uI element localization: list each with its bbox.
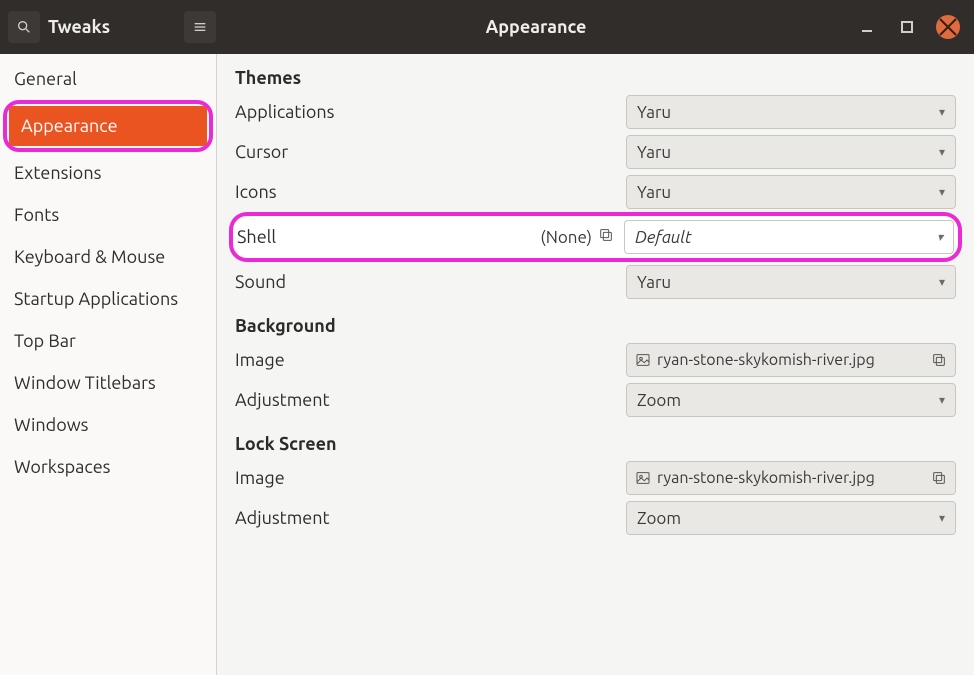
chevron-down-icon: ▾ [939, 511, 945, 525]
select-value: Yaru [637, 273, 671, 292]
label-sound: Sound [235, 272, 626, 292]
suffix-text: (None) [540, 228, 592, 247]
select-sound[interactable]: Yaru ▾ [626, 265, 956, 299]
select-ls-adjust[interactable]: Zoom ▾ [626, 501, 956, 535]
page-title: Appearance [216, 17, 856, 37]
minimize-button[interactable] [856, 16, 878, 38]
window-controls [856, 15, 966, 39]
titlebar-left: Tweaks [8, 11, 208, 43]
chevron-down-icon: ▾ [939, 145, 945, 159]
select-value: Zoom [637, 509, 681, 528]
label-bg-image: Image [235, 350, 626, 370]
tweaks-window: Tweaks Appearance General Appearance Ext… [0, 0, 974, 675]
label-shell: Shell (None) [237, 227, 624, 247]
browse-icon [931, 352, 947, 368]
chevron-down-icon: ▾ [939, 185, 945, 199]
shell-suffix: (None) [540, 227, 614, 247]
select-value: Default [635, 228, 692, 247]
select-value: Zoom [637, 391, 681, 410]
image-icon [635, 352, 651, 368]
select-cursor[interactable]: Yaru ▾ [626, 135, 956, 169]
label-bg-adjust: Adjustment [235, 390, 626, 410]
highlight-shell-row: Shell (None) Default ▾ [229, 212, 962, 262]
copy-icon[interactable] [598, 227, 614, 247]
label-ls-image: Image [235, 468, 626, 488]
section-title-background: Background [235, 316, 956, 336]
chevron-down-icon: ▾ [937, 230, 943, 244]
sidebar: General Appearance Extensions Fonts Keyb… [0, 54, 217, 675]
row-ls-adjust: Adjustment Zoom ▾ [235, 498, 956, 538]
titlebar: Tweaks Appearance [0, 0, 974, 54]
maximize-button[interactable] [896, 16, 918, 38]
sidebar-item-extensions[interactable]: Extensions [0, 152, 216, 194]
image-icon [635, 470, 651, 486]
window-body: General Appearance Extensions Fonts Keyb… [0, 54, 974, 675]
sidebar-item-keyboard-mouse[interactable]: Keyboard & Mouse [0, 236, 216, 278]
menu-button[interactable] [184, 11, 216, 43]
label-text: Shell [237, 227, 276, 247]
app-title: Tweaks [48, 17, 110, 37]
file-bg-image[interactable]: ryan-stone-skykomish-river.jpg [626, 343, 956, 377]
select-applications[interactable]: Yaru ▾ [626, 95, 956, 129]
close-button[interactable] [936, 15, 960, 39]
search-icon [16, 19, 32, 35]
sidebar-item-startup-applications[interactable]: Startup Applications [0, 278, 216, 320]
hamburger-icon [192, 19, 208, 35]
row-ls-image: Image ryan-stone-skykomish-river.jpg [235, 458, 956, 498]
maximize-icon [901, 21, 913, 33]
highlight-appearance: Appearance [3, 100, 213, 152]
file-name: ryan-stone-skykomish-river.jpg [657, 469, 925, 487]
label-applications: Applications [235, 102, 626, 122]
sidebar-item-general[interactable]: General [0, 58, 216, 100]
row-applications: Applications Yaru ▾ [235, 92, 956, 132]
sidebar-item-windows[interactable]: Windows [0, 404, 216, 446]
label-icons: Icons [235, 182, 626, 202]
browse-icon [931, 470, 947, 486]
file-name: ryan-stone-skykomish-river.jpg [657, 351, 925, 369]
row-bg-adjust: Adjustment Zoom ▾ [235, 380, 956, 420]
chevron-down-icon: ▾ [939, 275, 945, 289]
sidebar-item-workspaces[interactable]: Workspaces [0, 446, 216, 488]
select-icons[interactable]: Yaru ▾ [626, 175, 956, 209]
select-shell[interactable]: Default ▾ [624, 220, 954, 254]
select-value: Yaru [637, 143, 671, 162]
row-bg-image: Image ryan-stone-skykomish-river.jpg [235, 340, 956, 380]
section-title-themes: Themes [235, 68, 956, 88]
row-shell: Shell (None) Default ▾ [237, 218, 954, 256]
row-sound: Sound Yaru ▾ [235, 262, 956, 302]
file-ls-image[interactable]: ryan-stone-skykomish-river.jpg [626, 461, 956, 495]
sidebar-item-window-titlebars[interactable]: Window Titlebars [0, 362, 216, 404]
sidebar-item-fonts[interactable]: Fonts [0, 194, 216, 236]
select-bg-adjust[interactable]: Zoom ▾ [626, 383, 956, 417]
close-icon [936, 15, 960, 39]
search-button[interactable] [8, 11, 40, 43]
row-icons: Icons Yaru ▾ [235, 172, 956, 212]
section-title-lockscreen: Lock Screen [235, 434, 956, 454]
chevron-down-icon: ▾ [939, 105, 945, 119]
label-ls-adjust: Adjustment [235, 508, 626, 528]
select-value: Yaru [637, 183, 671, 202]
sidebar-item-appearance[interactable]: Appearance [9, 106, 207, 146]
label-cursor: Cursor [235, 142, 626, 162]
chevron-down-icon: ▾ [939, 393, 945, 407]
minimize-icon [861, 21, 873, 33]
row-cursor: Cursor Yaru ▾ [235, 132, 956, 172]
sidebar-item-top-bar[interactable]: Top Bar [0, 320, 216, 362]
select-value: Yaru [637, 103, 671, 122]
content-pane: Themes Applications Yaru ▾ Cursor Yaru ▾… [217, 54, 974, 675]
